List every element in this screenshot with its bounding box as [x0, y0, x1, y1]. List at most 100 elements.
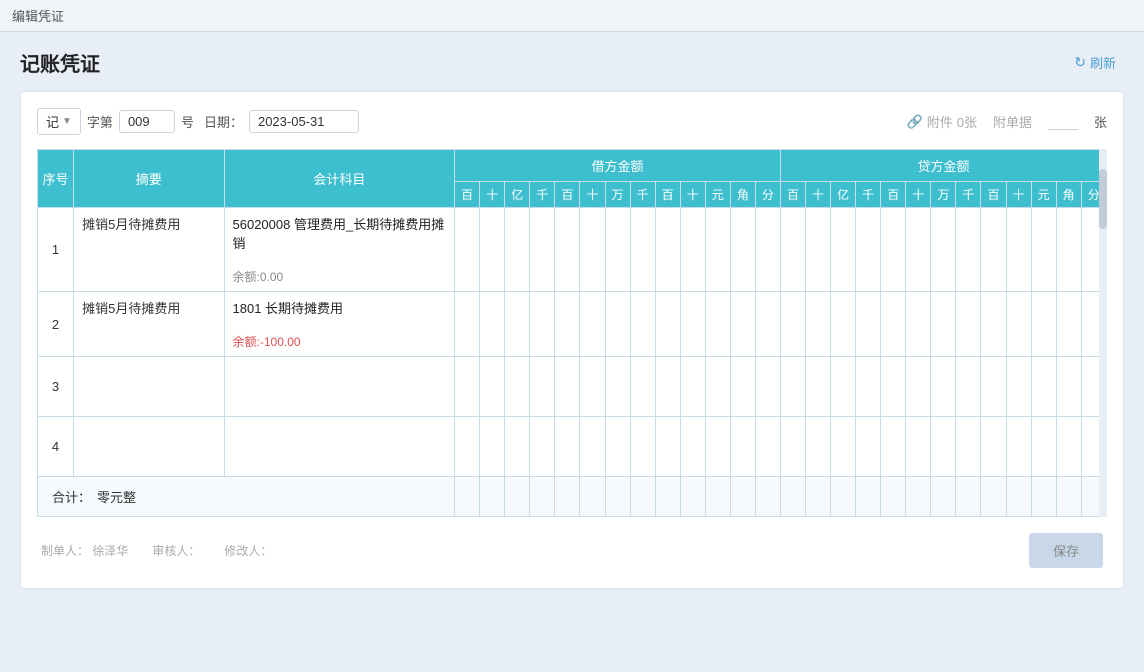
credit-amount-2-2[interactable] [831, 357, 856, 417]
debit-amount-1-3[interactable] [530, 292, 555, 357]
credit-amount-0-11[interactable] [1056, 208, 1081, 292]
voucher-number-input[interactable] [119, 110, 175, 133]
debit-amount-3-6[interactable] [605, 417, 630, 477]
debit-amount-2-11[interactable] [730, 357, 755, 417]
debit-amount-0-8[interactable] [655, 208, 680, 292]
credit-amount-1-7[interactable] [956, 292, 981, 357]
account-cell-1[interactable]: 1801 长期待摊费用余额:-100.00 [224, 292, 455, 357]
credit-amount-2-3[interactable] [856, 357, 881, 417]
credit-amount-2-4[interactable] [881, 357, 906, 417]
debit-amount-0-2[interactable] [505, 208, 530, 292]
date-input[interactable] [249, 110, 359, 133]
debit-amount-2-5[interactable] [580, 357, 605, 417]
debit-amount-3-9[interactable] [680, 417, 705, 477]
debit-amount-0-9[interactable] [680, 208, 705, 292]
credit-amount-2-9[interactable] [1006, 357, 1031, 417]
debit-amount-0-4[interactable] [555, 208, 580, 292]
credit-amount-3-6[interactable] [931, 417, 956, 477]
credit-amount-2-5[interactable] [906, 357, 931, 417]
credit-amount-0-7[interactable] [956, 208, 981, 292]
debit-amount-0-3[interactable] [530, 208, 555, 292]
account-cell-3[interactable] [224, 417, 455, 477]
credit-amount-1-11[interactable] [1056, 292, 1081, 357]
debit-amount-3-7[interactable] [630, 417, 655, 477]
debit-amount-2-7[interactable] [630, 357, 655, 417]
credit-amount-0-6[interactable] [931, 208, 956, 292]
credit-amount-3-11[interactable] [1056, 417, 1081, 477]
credit-amount-2-7[interactable] [956, 357, 981, 417]
credit-amount-2-8[interactable] [981, 357, 1006, 417]
save-button[interactable]: 保存 [1029, 533, 1103, 568]
credit-amount-3-1[interactable] [806, 417, 831, 477]
credit-amount-2-10[interactable] [1031, 357, 1056, 417]
debit-amount-2-3[interactable] [530, 357, 555, 417]
credit-amount-1-1[interactable] [806, 292, 831, 357]
debit-amount-0-0[interactable] [455, 208, 480, 292]
credit-amount-3-7[interactable] [956, 417, 981, 477]
debit-amount-0-7[interactable] [630, 208, 655, 292]
credit-amount-0-8[interactable] [981, 208, 1006, 292]
debit-amount-2-12[interactable] [755, 357, 780, 417]
credit-amount-3-2[interactable] [831, 417, 856, 477]
credit-amount-3-4[interactable] [881, 417, 906, 477]
credit-amount-2-1[interactable] [806, 357, 831, 417]
debit-amount-1-6[interactable] [605, 292, 630, 357]
debit-amount-3-3[interactable] [530, 417, 555, 477]
debit-amount-0-5[interactable] [580, 208, 605, 292]
debit-amount-1-0[interactable] [455, 292, 480, 357]
credit-amount-0-10[interactable] [1031, 208, 1056, 292]
scrollbar-thumb[interactable] [1099, 169, 1107, 229]
debit-amount-1-4[interactable] [555, 292, 580, 357]
debit-amount-2-10[interactable] [705, 357, 730, 417]
debit-amount-2-2[interactable] [505, 357, 530, 417]
credit-amount-3-8[interactable] [981, 417, 1006, 477]
debit-amount-2-8[interactable] [655, 357, 680, 417]
credit-amount-1-2[interactable] [831, 292, 856, 357]
summary-cell-0[interactable]: 摊销5月待摊费用 [74, 208, 224, 292]
refresh-button[interactable]: ↻ 刷新 [1066, 49, 1124, 76]
credit-amount-1-5[interactable] [906, 292, 931, 357]
debit-amount-1-7[interactable] [630, 292, 655, 357]
debit-amount-3-4[interactable] [555, 417, 580, 477]
debit-amount-3-8[interactable] [655, 417, 680, 477]
voucher-type-dropdown[interactable]: 记 ▼ [37, 108, 81, 135]
debit-amount-0-11[interactable] [730, 208, 755, 292]
debit-amount-3-2[interactable] [505, 417, 530, 477]
credit-amount-2-0[interactable] [780, 357, 805, 417]
debit-amount-0-1[interactable] [480, 208, 505, 292]
debit-amount-3-10[interactable] [705, 417, 730, 477]
credit-amount-1-4[interactable] [881, 292, 906, 357]
debit-amount-2-6[interactable] [605, 357, 630, 417]
summary-cell-2[interactable] [74, 357, 224, 417]
debit-amount-2-4[interactable] [555, 357, 580, 417]
credit-amount-0-3[interactable] [856, 208, 881, 292]
debit-amount-3-12[interactable] [755, 417, 780, 477]
credit-amount-0-4[interactable] [881, 208, 906, 292]
debit-amount-1-11[interactable] [730, 292, 755, 357]
credit-amount-0-5[interactable] [906, 208, 931, 292]
debit-amount-0-12[interactable] [755, 208, 780, 292]
summary-cell-1[interactable]: 摊销5月待摊费用 [74, 292, 224, 357]
debit-amount-3-1[interactable] [480, 417, 505, 477]
credit-amount-3-10[interactable] [1031, 417, 1056, 477]
credit-amount-3-5[interactable] [906, 417, 931, 477]
debit-amount-1-1[interactable] [480, 292, 505, 357]
summary-cell-3[interactable] [74, 417, 224, 477]
credit-amount-1-0[interactable] [780, 292, 805, 357]
scrollbar-track[interactable] [1099, 149, 1107, 517]
credit-amount-0-0[interactable] [780, 208, 805, 292]
account-cell-0[interactable]: 56020008 管理费用_长期待摊费用摊销余额:0.00 [224, 208, 455, 292]
debit-amount-3-5[interactable] [580, 417, 605, 477]
debit-amount-2-0[interactable] [455, 357, 480, 417]
debit-amount-1-12[interactable] [755, 292, 780, 357]
credit-amount-2-11[interactable] [1056, 357, 1081, 417]
debit-amount-1-8[interactable] [655, 292, 680, 357]
credit-amount-1-9[interactable] [1006, 292, 1031, 357]
debit-amount-1-9[interactable] [680, 292, 705, 357]
debit-amount-0-10[interactable] [705, 208, 730, 292]
credit-amount-1-8[interactable] [981, 292, 1006, 357]
debit-amount-3-11[interactable] [730, 417, 755, 477]
credit-amount-1-6[interactable] [931, 292, 956, 357]
debit-amount-2-9[interactable] [680, 357, 705, 417]
debit-amount-1-10[interactable] [705, 292, 730, 357]
